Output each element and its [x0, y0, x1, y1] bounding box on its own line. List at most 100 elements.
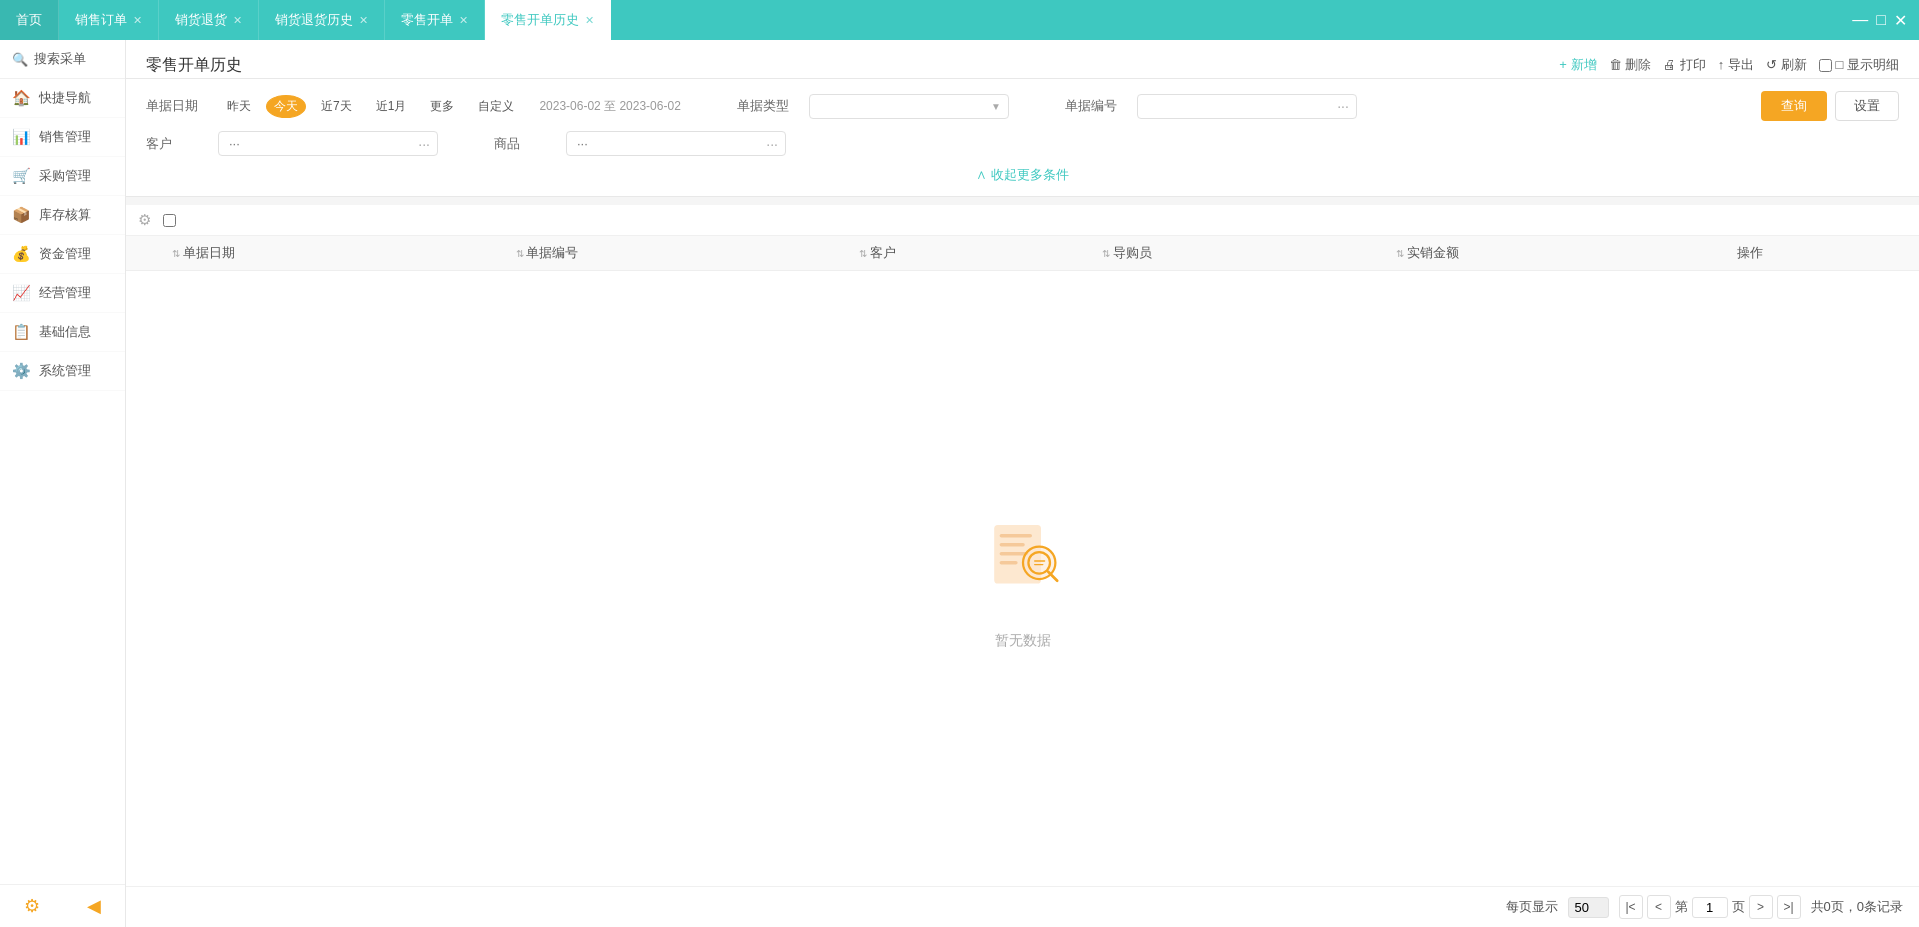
query-button[interactable]: 查询: [1761, 91, 1827, 121]
svg-rect-4: [999, 561, 1017, 565]
data-table: ⇅ 单据日期⇅ 单据编号⇅ 客户⇅ 导购员⇅ 实销金额操作: [126, 236, 1919, 271]
goods-label: 商品: [494, 135, 550, 153]
tab-close-retail-open-history[interactable]: ✕: [585, 14, 594, 27]
type-select-wrap: [809, 94, 1009, 119]
filter-row-2: 客户 商品: [146, 131, 1899, 156]
sidebar-item-sales[interactable]: 📊 销售管理: [0, 118, 125, 157]
table-footer: 每页显示 50 |< < 第 页 > >| 共0页，0条记录: [126, 886, 1919, 927]
export-button[interactable]: ↑ 导出: [1718, 52, 1754, 78]
delete-button[interactable]: 🗑 删除: [1609, 52, 1652, 78]
page-size-label: 每页显示: [1506, 898, 1558, 916]
sidebar-items-list: 🏠 快捷导航📊 销售管理🛒 采购管理📦 库存核算💰 资金管理📈 经营管理📋 基础…: [0, 79, 125, 391]
show-detail-input[interactable]: [1819, 59, 1832, 72]
sidebar-icon-quick-nav: 🏠: [12, 89, 31, 107]
minimize-icon[interactable]: —: [1852, 11, 1868, 29]
search-label: 搜索采单: [34, 50, 86, 68]
sidebar-search[interactable]: 🔍 搜索采单: [0, 40, 125, 79]
first-page-btn[interactable]: |<: [1619, 895, 1643, 919]
sidebar-label-system: 系统管理: [39, 362, 91, 380]
window-close-icon[interactable]: ✕: [1894, 11, 1907, 30]
type-select[interactable]: [809, 94, 1009, 119]
print-button[interactable]: 🖨 打印: [1663, 52, 1706, 78]
type-label: 单据类型: [737, 97, 793, 115]
sidebar-item-quick-nav[interactable]: 🏠 快捷导航: [0, 79, 125, 118]
svg-rect-1: [999, 534, 1031, 538]
sidebar-label-quick-nav: 快捷导航: [39, 89, 91, 107]
nav-tab-sales-return[interactable]: 销货退货 ✕: [159, 0, 259, 40]
nav-tabs: 首页销售订单 ✕销货退货 ✕销货退货历史 ✕零售开单 ✕零售开单历史 ✕: [0, 0, 1840, 40]
tab-close-sales-return[interactable]: ✕: [233, 14, 242, 27]
date-btn-近1月[interactable]: 近1月: [367, 95, 416, 118]
sidebar-icon-base-info: 📋: [12, 323, 31, 341]
next-page-btn[interactable]: >: [1749, 895, 1773, 919]
add-button[interactable]: + 新增: [1559, 52, 1596, 78]
nav-tab-sales-return-history[interactable]: 销货退货历史 ✕: [259, 0, 385, 40]
window-controls: — □ ✕: [1840, 11, 1919, 30]
sidebar-item-inventory[interactable]: 📦 库存核算: [0, 196, 125, 235]
settings-bottom-icon[interactable]: ⚙: [24, 895, 40, 917]
th-date[interactable]: ⇅ 单据日期: [158, 236, 502, 271]
sidebar-icon-system: ⚙️: [12, 362, 31, 380]
th-checkbox: [126, 236, 158, 271]
page-label: 第: [1675, 898, 1688, 916]
date-btn-今天[interactable]: 今天: [266, 95, 306, 118]
nav-tab-sales-order[interactable]: 销售订单 ✕: [59, 0, 159, 40]
date-label: 单据日期: [146, 97, 202, 115]
sidebar-item-purchase[interactable]: 🛒 采购管理: [0, 157, 125, 196]
filter-area: 单据日期 昨天今天近7天近1月更多自定义 2023-06-02 至 2023-0…: [126, 79, 1919, 197]
last-page-btn[interactable]: >|: [1777, 895, 1801, 919]
sidebar-item-system[interactable]: ⚙️ 系统管理: [0, 352, 125, 391]
sidebar-item-operations[interactable]: 📈 经营管理: [0, 274, 125, 313]
page-size-select[interactable]: 50: [1568, 897, 1609, 918]
date-btn-自定义[interactable]: 自定义: [469, 95, 523, 118]
setting-button[interactable]: 设置: [1835, 91, 1899, 121]
date-range-text: 2023-06-02 至 2023-06-02: [539, 98, 680, 115]
sidebar-label-inventory: 库存核算: [39, 206, 91, 224]
sort-icon-number: ⇅: [516, 248, 527, 259]
content-area: 零售开单历史 + 新增 🗑 删除 🖨 打印 ↑ 导出 ↺ 刷新 □ 显示明细 单…: [126, 40, 1919, 927]
th-guide[interactable]: ⇅ 导购员: [1088, 236, 1381, 271]
page-number-input[interactable]: [1692, 897, 1728, 918]
nav-tab-retail-open-history[interactable]: 零售开单历史 ✕: [485, 0, 611, 40]
nav-tab-retail-open[interactable]: 零售开单 ✕: [385, 0, 485, 40]
sidebar-label-base-info: 基础信息: [39, 323, 91, 341]
tab-close-sales-order[interactable]: ✕: [133, 14, 142, 27]
th-customer[interactable]: ⇅ 客户: [845, 236, 1088, 271]
tab-close-retail-open[interactable]: ✕: [459, 14, 468, 27]
date-btn-昨天[interactable]: 昨天: [218, 95, 260, 118]
table-toolbar: ⚙: [126, 205, 1919, 236]
date-btn-近7天[interactable]: 近7天: [312, 95, 361, 118]
date-btn-更多[interactable]: 更多: [421, 95, 463, 118]
goods-input-wrap: [566, 131, 786, 156]
collapse-more-btn[interactable]: ∧ 收起更多条件: [146, 166, 1899, 184]
sidebar-item-base-info[interactable]: 📋 基础信息: [0, 313, 125, 352]
maximize-icon[interactable]: □: [1876, 11, 1886, 29]
sidebar-icon-purchase: 🛒: [12, 167, 31, 185]
show-detail-checkbox[interactable]: □ 显示明细: [1819, 56, 1899, 74]
select-all-checkbox[interactable]: [163, 214, 176, 227]
empty-state: 暂无数据: [126, 271, 1919, 886]
tab-close-sales-return-history[interactable]: ✕: [359, 14, 368, 27]
sidebar-label-finance: 资金管理: [39, 245, 91, 263]
header-row: ⇅ 单据日期⇅ 单据编号⇅ 客户⇅ 导购员⇅ 实销金额操作: [126, 236, 1919, 271]
sidebar-label-sales: 销售管理: [39, 128, 91, 146]
sidebar-icon-finance: 💰: [12, 245, 31, 263]
sidebar: 🔍 搜索采单 🏠 快捷导航📊 销售管理🛒 采购管理📦 库存核算💰 资金管理📈 经…: [0, 40, 126, 927]
top-nav-bar: 首页销售订单 ✕销货退货 ✕销货退货历史 ✕零售开单 ✕零售开单历史 ✕ — □…: [0, 0, 1919, 40]
sidebar-item-finance[interactable]: 💰 资金管理: [0, 235, 125, 274]
date-filter-buttons: 昨天今天近7天近1月更多自定义: [218, 95, 523, 118]
customer-input[interactable]: [218, 131, 438, 156]
refresh-button[interactable]: ↺ 刷新: [1766, 52, 1807, 78]
th-amount[interactable]: ⇅ 实销金额: [1382, 236, 1726, 271]
goods-input[interactable]: [566, 131, 786, 156]
sort-icon-customer: ⇅: [859, 248, 870, 259]
number-input[interactable]: [1137, 94, 1357, 119]
th-action: 操作: [1725, 236, 1919, 271]
collapse-sidebar-icon[interactable]: ◀: [87, 895, 101, 917]
nav-tab-home[interactable]: 首页: [0, 0, 59, 40]
sidebar-icon-inventory: 📦: [12, 206, 31, 224]
th-number[interactable]: ⇅ 单据编号: [502, 236, 846, 271]
table-settings-icon[interactable]: ⚙: [138, 211, 151, 229]
prev-page-btn[interactable]: <: [1647, 895, 1671, 919]
page-header: 零售开单历史 + 新增 🗑 删除 🖨 打印 ↑ 导出 ↺ 刷新 □ 显示明细: [126, 40, 1919, 79]
